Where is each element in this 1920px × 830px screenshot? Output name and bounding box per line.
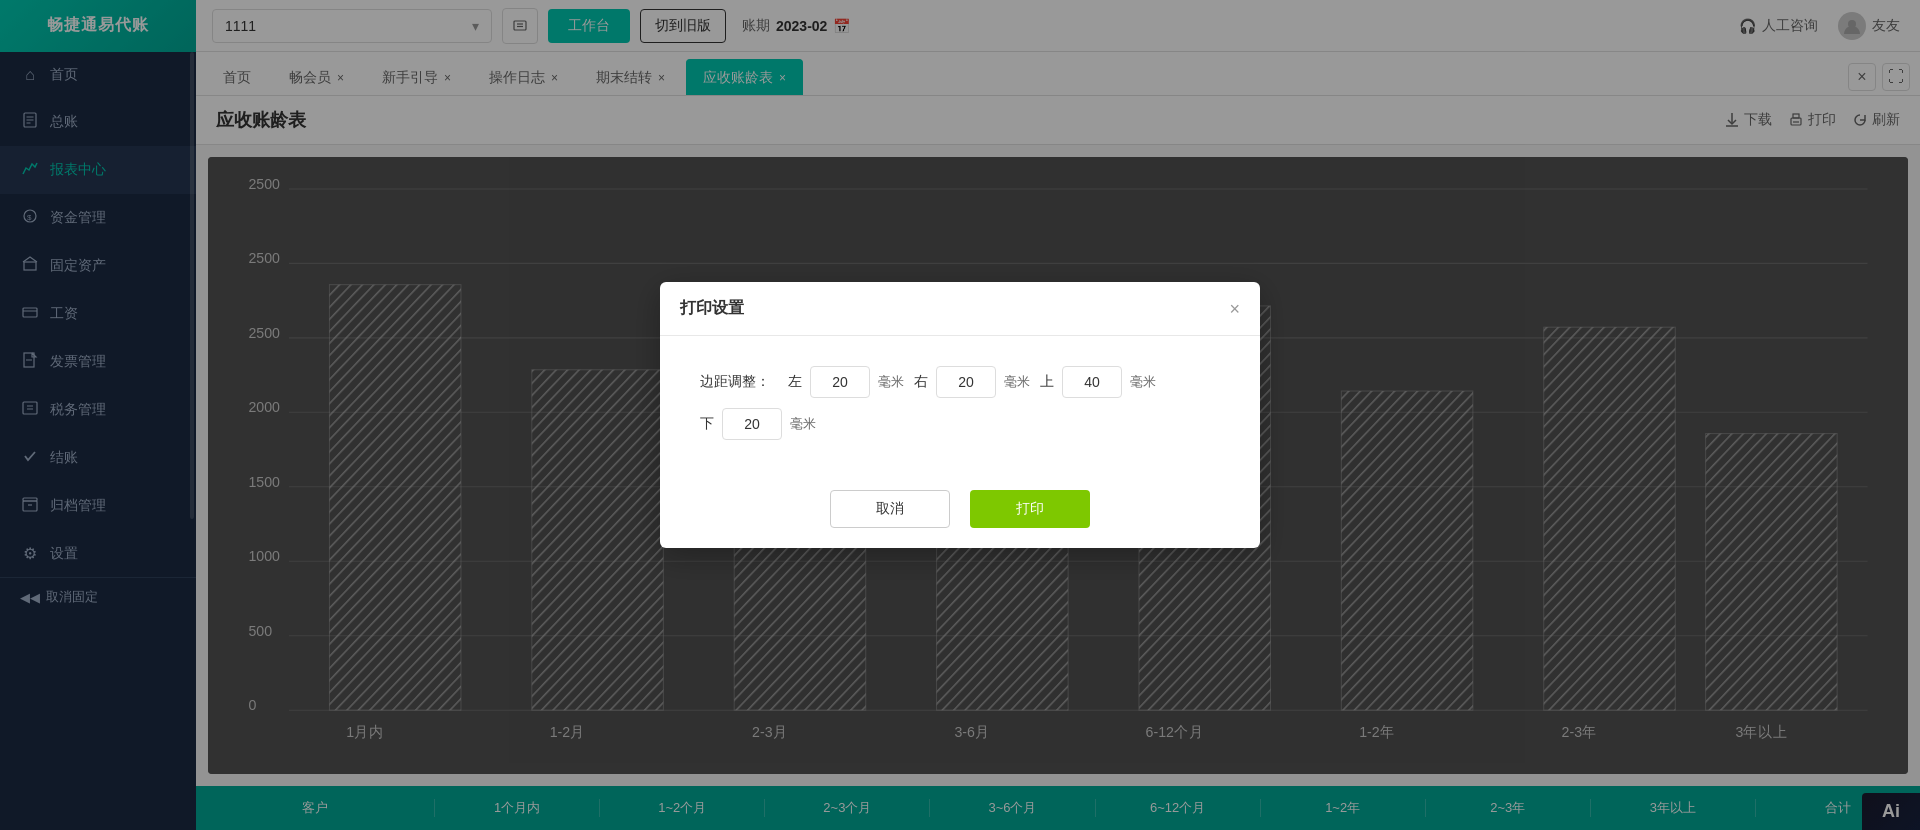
right-unit: 毫米	[1004, 373, 1030, 391]
bottom-label: 下	[700, 415, 714, 433]
top-margin-group: 上 毫米	[1040, 366, 1156, 398]
cancel-button[interactable]: 取消	[830, 490, 950, 528]
modal-overlay[interactable]: 打印设置 × 边距调整： 左 毫米 右 毫米 上 毫米	[0, 0, 1920, 830]
right-label: 右	[914, 373, 928, 391]
modal-header: 打印设置 ×	[660, 282, 1260, 336]
margin-form-row: 边距调整： 左 毫米 右 毫米 上 毫米 下	[700, 366, 1220, 440]
modal-title: 打印设置	[680, 298, 744, 319]
modal-body: 边距调整： 左 毫米 右 毫米 上 毫米 下	[660, 336, 1260, 470]
top-margin-input[interactable]	[1062, 366, 1122, 398]
left-margin-group: 左 毫米	[788, 366, 904, 398]
top-label: 上	[1040, 373, 1054, 391]
right-margin-input[interactable]	[936, 366, 996, 398]
print-dialog: 打印设置 × 边距调整： 左 毫米 右 毫米 上 毫米	[660, 282, 1260, 548]
left-unit: 毫米	[878, 373, 904, 391]
modal-footer: 取消 打印	[660, 470, 1260, 548]
bottom-unit: 毫米	[790, 415, 816, 433]
top-unit: 毫米	[1130, 373, 1156, 391]
left-margin-input[interactable]	[810, 366, 870, 398]
modal-close-button[interactable]: ×	[1229, 300, 1240, 318]
bottom-margin-group: 下 毫米	[700, 408, 816, 440]
print-confirm-button[interactable]: 打印	[970, 490, 1090, 528]
bottom-margin-input[interactable]	[722, 408, 782, 440]
margin-label: 边距调整：	[700, 373, 770, 391]
left-label: 左	[788, 373, 802, 391]
right-margin-group: 右 毫米	[914, 366, 1030, 398]
